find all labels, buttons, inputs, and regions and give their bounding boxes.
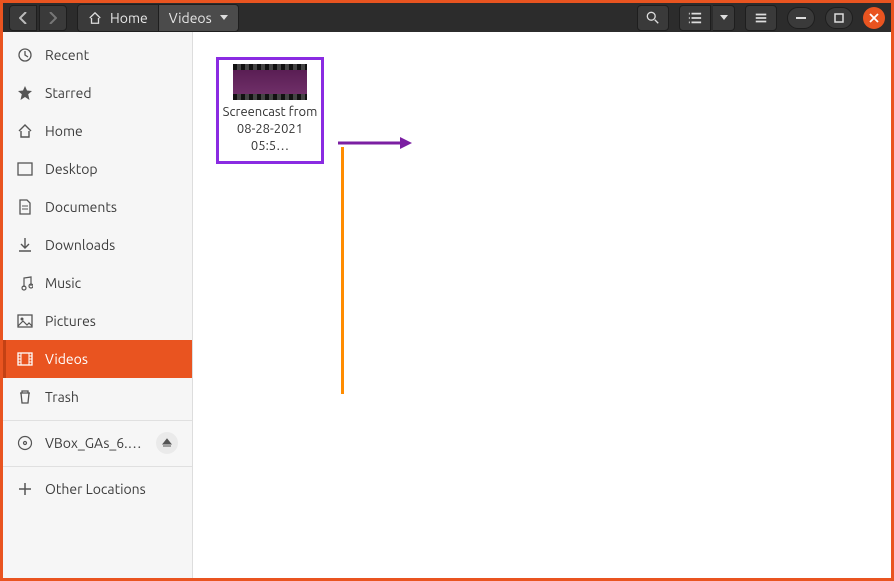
annotation-arrow bbox=[338, 137, 413, 149]
sidebar-item-label: Documents bbox=[45, 199, 178, 215]
sidebar-item-label: Other Locations bbox=[45, 481, 178, 497]
sidebar: Recent Starred Home Desktop Documents Do… bbox=[3, 32, 193, 578]
home-icon bbox=[17, 123, 33, 139]
breadcrumb-current[interactable]: Videos bbox=[159, 5, 238, 31]
sidebar-item-recent[interactable]: Recent bbox=[3, 36, 192, 74]
video-thumbnail bbox=[233, 64, 307, 100]
search-button[interactable] bbox=[637, 5, 669, 31]
sidebar-item-desktop[interactable]: Desktop bbox=[3, 150, 192, 188]
chevron-down-icon bbox=[220, 15, 228, 21]
file-item[interactable]: Screencast from 08-28-2021 05:5… bbox=[216, 57, 324, 164]
sidebar-item-home[interactable]: Home bbox=[3, 112, 192, 150]
eject-button[interactable] bbox=[156, 432, 178, 454]
sidebar-item-label: Pictures bbox=[45, 313, 178, 329]
titlebar: Home Videos bbox=[3, 0, 891, 32]
downloads-icon bbox=[17, 237, 33, 253]
view-options-button[interactable] bbox=[713, 5, 735, 31]
sidebar-item-videos[interactable]: Videos bbox=[3, 340, 192, 378]
sidebar-item-label: Starred bbox=[45, 85, 178, 101]
file-manager-window: Home Videos Recent Starred bbox=[0, 0, 894, 581]
window-body: Recent Starred Home Desktop Documents Do… bbox=[3, 32, 891, 578]
maximize-button[interactable] bbox=[825, 7, 853, 29]
desktop-icon bbox=[17, 161, 33, 177]
pictures-icon bbox=[17, 313, 33, 329]
home-icon bbox=[88, 11, 102, 25]
plus-icon bbox=[17, 481, 33, 497]
content-area[interactable]: Screencast from 08-28-2021 05:5… bbox=[193, 32, 891, 578]
music-icon bbox=[17, 275, 33, 291]
breadcrumb-home[interactable]: Home bbox=[78, 5, 159, 31]
sidebar-item-label: Home bbox=[45, 123, 178, 139]
sidebar-item-documents[interactable]: Documents bbox=[3, 188, 192, 226]
sidebar-item-label: Music bbox=[45, 275, 178, 291]
breadcrumb-label: Home bbox=[110, 10, 148, 26]
back-button[interactable] bbox=[9, 5, 37, 31]
sidebar-item-label: Trash bbox=[45, 389, 178, 405]
videos-icon bbox=[17, 351, 33, 367]
trash-icon bbox=[17, 389, 33, 405]
sidebar-item-label: VBox_GAs_6.… bbox=[45, 435, 144, 451]
sidebar-item-label: Recent bbox=[45, 47, 178, 63]
annotation-line bbox=[341, 147, 344, 394]
sidebar-item-label: Videos bbox=[45, 351, 178, 367]
sidebar-item-downloads[interactable]: Downloads bbox=[3, 226, 192, 264]
sidebar-item-pictures[interactable]: Pictures bbox=[3, 302, 192, 340]
sidebar-item-music[interactable]: Music bbox=[3, 264, 192, 302]
sidebar-item-trash[interactable]: Trash bbox=[3, 378, 192, 416]
sidebar-item-label: Downloads bbox=[45, 237, 178, 253]
list-view-button[interactable] bbox=[679, 5, 711, 31]
hamburger-menu-button[interactable] bbox=[745, 5, 777, 31]
minimize-button[interactable] bbox=[787, 7, 815, 29]
documents-icon bbox=[17, 199, 33, 215]
breadcrumb: Home Videos bbox=[77, 4, 239, 32]
sidebar-item-other-locations[interactable]: Other Locations bbox=[3, 466, 192, 508]
sidebar-item-vbox[interactable]: VBox_GAs_6.… bbox=[3, 420, 192, 462]
file-name: Screencast from 08-28-2021 05:5… bbox=[221, 104, 319, 155]
close-button[interactable] bbox=[863, 7, 885, 29]
recent-icon bbox=[17, 47, 33, 63]
sidebar-item-label: Desktop bbox=[45, 161, 178, 177]
breadcrumb-label: Videos bbox=[169, 10, 212, 26]
forward-button[interactable] bbox=[39, 5, 67, 31]
sidebar-item-starred[interactable]: Starred bbox=[3, 74, 192, 112]
disc-icon bbox=[17, 435, 33, 451]
star-icon bbox=[17, 85, 33, 101]
